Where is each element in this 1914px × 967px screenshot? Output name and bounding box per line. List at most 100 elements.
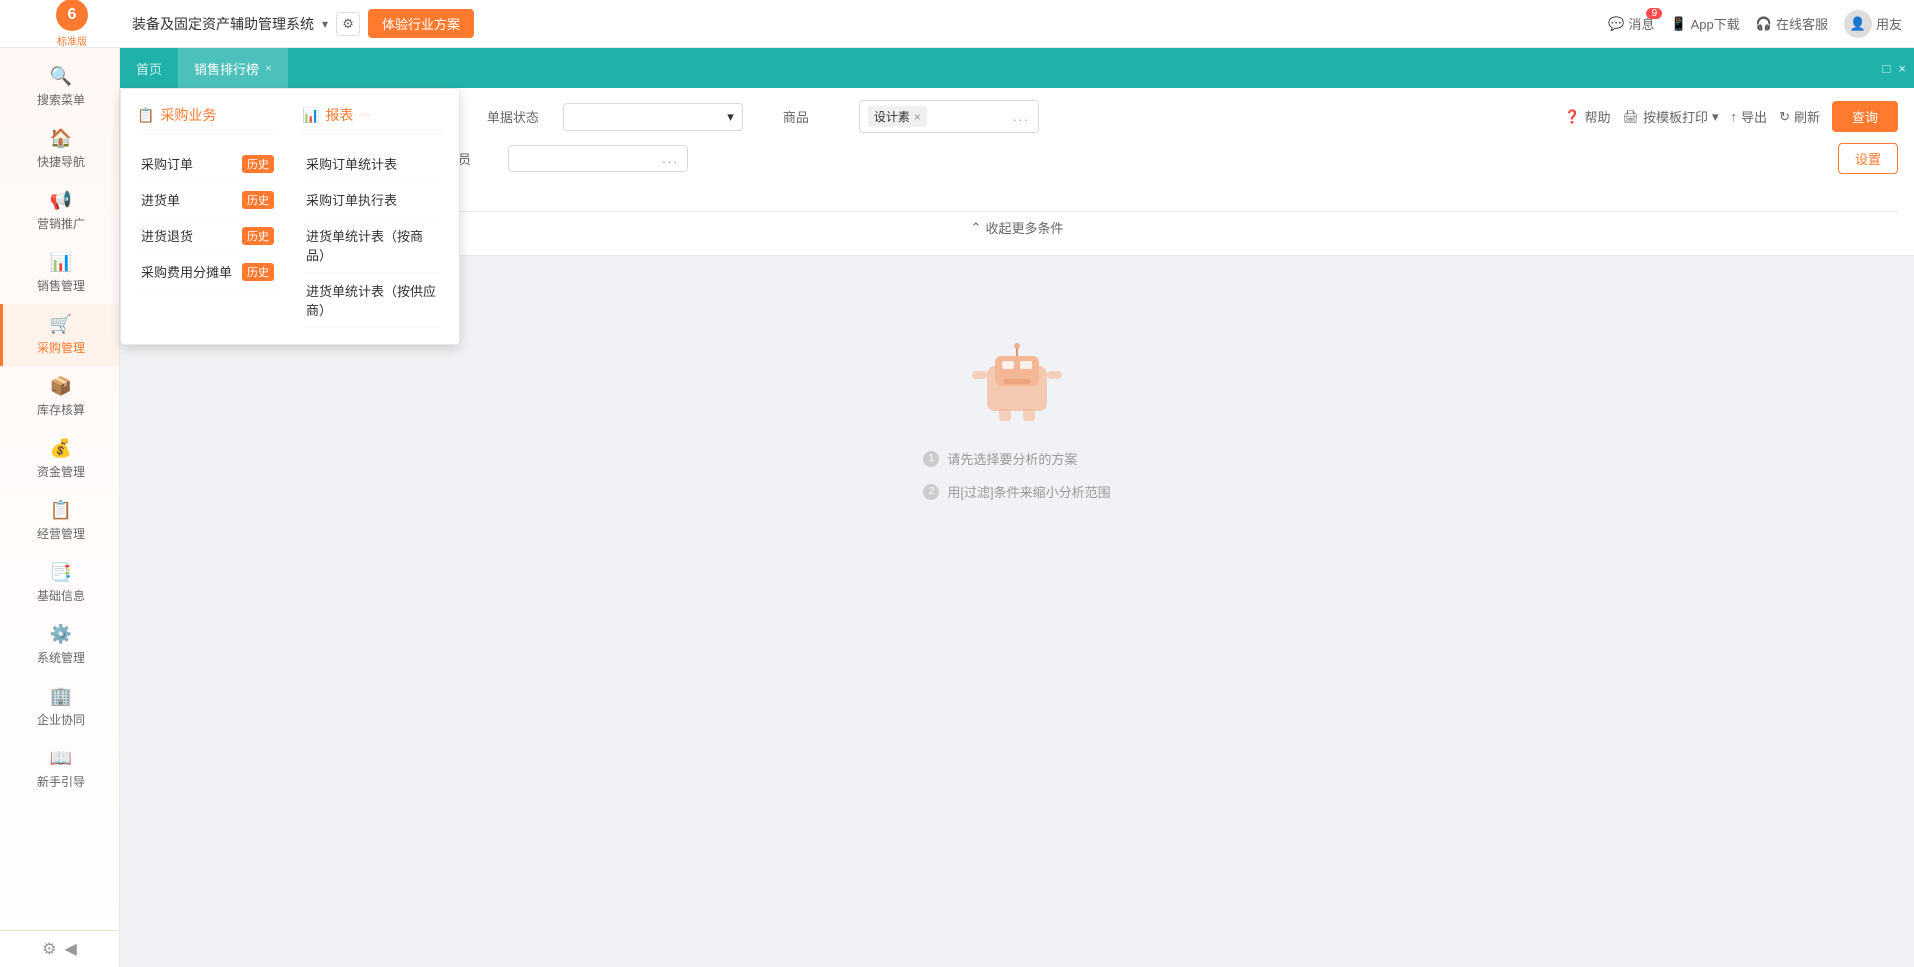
export-btn[interactable]: ↑ 导出 bbox=[1731, 107, 1768, 126]
tab-sales-rank[interactable]: 销售排行榜 × bbox=[178, 48, 288, 88]
help-circle-icon: ❓ bbox=[1564, 109, 1580, 125]
voucher-status-chevron-icon: ▾ bbox=[727, 109, 734, 125]
system-title-area: 装备及固定资产辅助管理系统 ▾ ⚙ 体验行业方案 bbox=[132, 9, 1608, 38]
goods-select[interactable]: 设计素 × ... bbox=[859, 100, 1039, 133]
print-chevron-icon: ▾ bbox=[1712, 109, 1719, 125]
collapse-label: 收起更多条件 bbox=[985, 218, 1063, 237]
headset-icon: 🎧 bbox=[1756, 16, 1772, 32]
dropdown-item-incoming[interactable]: 进货单 历史 bbox=[137, 182, 278, 218]
sidebar-item-purchase[interactable]: 🛒 采购管理 bbox=[0, 304, 119, 366]
sidebar-item-marketing[interactable]: 📢 营销推广 bbox=[0, 180, 119, 242]
sidebar: 🔍 搜索菜单 🏠 快捷导航 📢 营销推广 📊 销售管理 🛒 采购管理 📦 库存核… bbox=[0, 48, 120, 967]
logo-icon: 6 bbox=[56, 0, 88, 31]
salesperson-dots-btn[interactable]: ... bbox=[662, 151, 679, 166]
help-btn[interactable]: ❓ 帮助 bbox=[1564, 107, 1610, 126]
empty-text-area: 1 请先选择要分析的方案 2 用[过滤]条件来缩小分析范围 bbox=[923, 445, 1110, 505]
sidebar-item-label: 基础信息 bbox=[37, 587, 85, 604]
top-right-area: 💬 消息 9 📱 App下载 🎧 在线客服 👤 用友 bbox=[1608, 10, 1902, 38]
sidebar-item-search[interactable]: 🔍 搜索菜单 bbox=[0, 56, 119, 118]
dropdown-item-incoming-return[interactable]: 进货退货 历史 bbox=[137, 218, 278, 254]
doc-icon: 📑 bbox=[50, 562, 72, 583]
print-label: 按模板打印 bbox=[1643, 107, 1708, 126]
dropdown-col-report-title: 报表 bbox=[325, 105, 353, 125]
dropdown-item-incoming-stat-goods[interactable]: 进货单统计表（按商品） bbox=[302, 218, 443, 273]
collapse-chevron-icon: ⌃ bbox=[971, 220, 982, 236]
top-bar: 6 标准版 装备及固定资产辅助管理系统 ▾ ⚙ 体验行业方案 💬 消息 9 📱 … bbox=[0, 0, 1914, 48]
purchase-order-label: 采购订单 bbox=[141, 154, 193, 173]
incoming-return-label: 进货退货 bbox=[141, 226, 193, 245]
online-service-btn[interactable]: 🎧 在线客服 bbox=[1756, 14, 1828, 33]
book-icon: 📖 bbox=[50, 748, 72, 769]
help-label: 帮助 bbox=[1584, 107, 1610, 126]
dropdown-col-report-header: 📊 报表 bbox=[302, 105, 443, 134]
settings-gear-btn[interactable]: ⚙ bbox=[336, 12, 360, 36]
sidebar-item-label: 企业协同 bbox=[37, 711, 85, 728]
tab-home-label: 首页 bbox=[136, 59, 162, 78]
goods-dots-btn[interactable]: ... bbox=[1013, 109, 1030, 124]
sidebar-item-finance[interactable]: 💰 资金管理 bbox=[0, 428, 119, 490]
avatar: 👤 bbox=[1844, 10, 1872, 38]
chart-icon: 📊 bbox=[50, 252, 72, 273]
user-btn[interactable]: 👤 用友 bbox=[1844, 10, 1902, 38]
box-icon: 📦 bbox=[50, 376, 72, 397]
dropdown-item-purchase-exec[interactable]: 采购订单执行表 bbox=[302, 182, 443, 218]
incoming-stat-goods-label: 进货单统计表（按商品） bbox=[306, 226, 439, 264]
search-icon: 🔍 bbox=[50, 66, 72, 87]
sidebar-item-operation[interactable]: 📋 经营管理 bbox=[0, 490, 119, 552]
empty-state-svg bbox=[957, 336, 1077, 426]
messages-btn[interactable]: 💬 消息 9 bbox=[1608, 14, 1654, 33]
report-icon: 📊 bbox=[302, 107, 319, 124]
sidebar-item-basic-info[interactable]: 📑 基础信息 bbox=[0, 552, 119, 614]
export-label: 导出 bbox=[1741, 107, 1767, 126]
goods-tag-remove-btn[interactable]: × bbox=[914, 110, 921, 124]
export-icon: ↑ bbox=[1731, 109, 1738, 124]
tab-close-btn[interactable]: × bbox=[1898, 61, 1906, 76]
empty-text-line1: 请先选择要分析的方案 bbox=[947, 449, 1077, 468]
sidebar-item-sales[interactable]: 📊 销售管理 bbox=[0, 242, 119, 304]
title-dropdown-btn[interactable]: ▾ bbox=[322, 17, 328, 31]
sidebar-item-newbie[interactable]: 📖 新手引导 bbox=[0, 738, 119, 800]
dropdown-col-purchase-header: 📋 采购业务 bbox=[137, 105, 278, 134]
dropdown-columns: 📋 采购业务 采购订单 历史 进货单 历史 进货退货 历史 采购费用分摊单 历史 bbox=[137, 105, 443, 328]
report-header-badge bbox=[359, 113, 371, 117]
sidebar-item-label: 新手引导 bbox=[37, 773, 85, 790]
tab-home[interactable]: 首页 bbox=[120, 48, 178, 88]
app-download-label: App下载 bbox=[1691, 14, 1740, 33]
logo-area: 6 标准版 bbox=[12, 0, 132, 48]
dropdown-item-purchase-cost[interactable]: 采购费用分摊单 历史 bbox=[137, 254, 278, 290]
sidebar-item-label: 搜索菜单 bbox=[37, 91, 85, 108]
sidebar-item-label: 营销推广 bbox=[37, 215, 85, 232]
dropdown-item-incoming-stat-supplier[interactable]: 进货单统计表（按供应商） bbox=[302, 273, 443, 328]
purchase-business-icon: 📋 bbox=[137, 107, 154, 124]
sidebar-item-enterprise[interactable]: 🏢 企业协同 bbox=[0, 676, 119, 738]
purchase-cost-label: 采购费用分摊单 bbox=[141, 262, 232, 281]
sidebar-item-label: 系统管理 bbox=[37, 649, 85, 666]
message-icon: 💬 bbox=[1608, 16, 1624, 32]
tab-close-icon[interactable]: × bbox=[265, 61, 272, 75]
sidebar-item-inventory[interactable]: 📦 库存核算 bbox=[0, 366, 119, 428]
dropdown-col-report: 📊 报表 采购订单统计表 采购订单执行表 进货单统计表（按商品） 进货单统计表（… bbox=[302, 105, 443, 328]
sidebar-item-label: 经营管理 bbox=[37, 525, 85, 542]
dropdown-item-purchase-stat[interactable]: 采购订单统计表 bbox=[302, 146, 443, 182]
app-download-btn[interactable]: 📱 App下载 bbox=[1670, 14, 1739, 33]
money-icon: 💰 bbox=[50, 438, 72, 459]
clipboard-icon: 📋 bbox=[50, 500, 72, 521]
sidebar-item-quick-nav[interactable]: 🏠 快捷导航 bbox=[0, 118, 119, 180]
sidebar-item-system[interactable]: ⚙️ 系统管理 bbox=[0, 614, 119, 676]
sidebar-settings-btn[interactable]: ⚙ bbox=[42, 939, 56, 959]
dropdown-item-purchase-order[interactable]: 采购订单 历史 bbox=[137, 146, 278, 182]
online-service-label: 在线客服 bbox=[1776, 14, 1828, 33]
setting-btn[interactable]: 设置 bbox=[1838, 143, 1898, 174]
voucher-status-select[interactable]: ▾ bbox=[563, 103, 743, 131]
refresh-btn[interactable]: ↻ 刷新 bbox=[1779, 107, 1820, 126]
sidebar-item-label: 资金管理 bbox=[37, 463, 85, 480]
history-badge-incoming: 历史 bbox=[242, 191, 274, 209]
salesperson-select[interactable]: ... bbox=[508, 145, 688, 172]
query-btn[interactable]: 查询 bbox=[1832, 101, 1898, 132]
tab-bar-right: □ × bbox=[1883, 61, 1914, 76]
print-btn[interactable]: 🖨 按模板打印 ▾ bbox=[1622, 107, 1718, 126]
sidebar-collapse-btn[interactable]: ◀ bbox=[65, 939, 77, 959]
industry-btn[interactable]: 体验行业方案 bbox=[368, 9, 474, 38]
tab-maximize-btn[interactable]: □ bbox=[1883, 61, 1891, 76]
incoming-label: 进货单 bbox=[141, 190, 180, 209]
